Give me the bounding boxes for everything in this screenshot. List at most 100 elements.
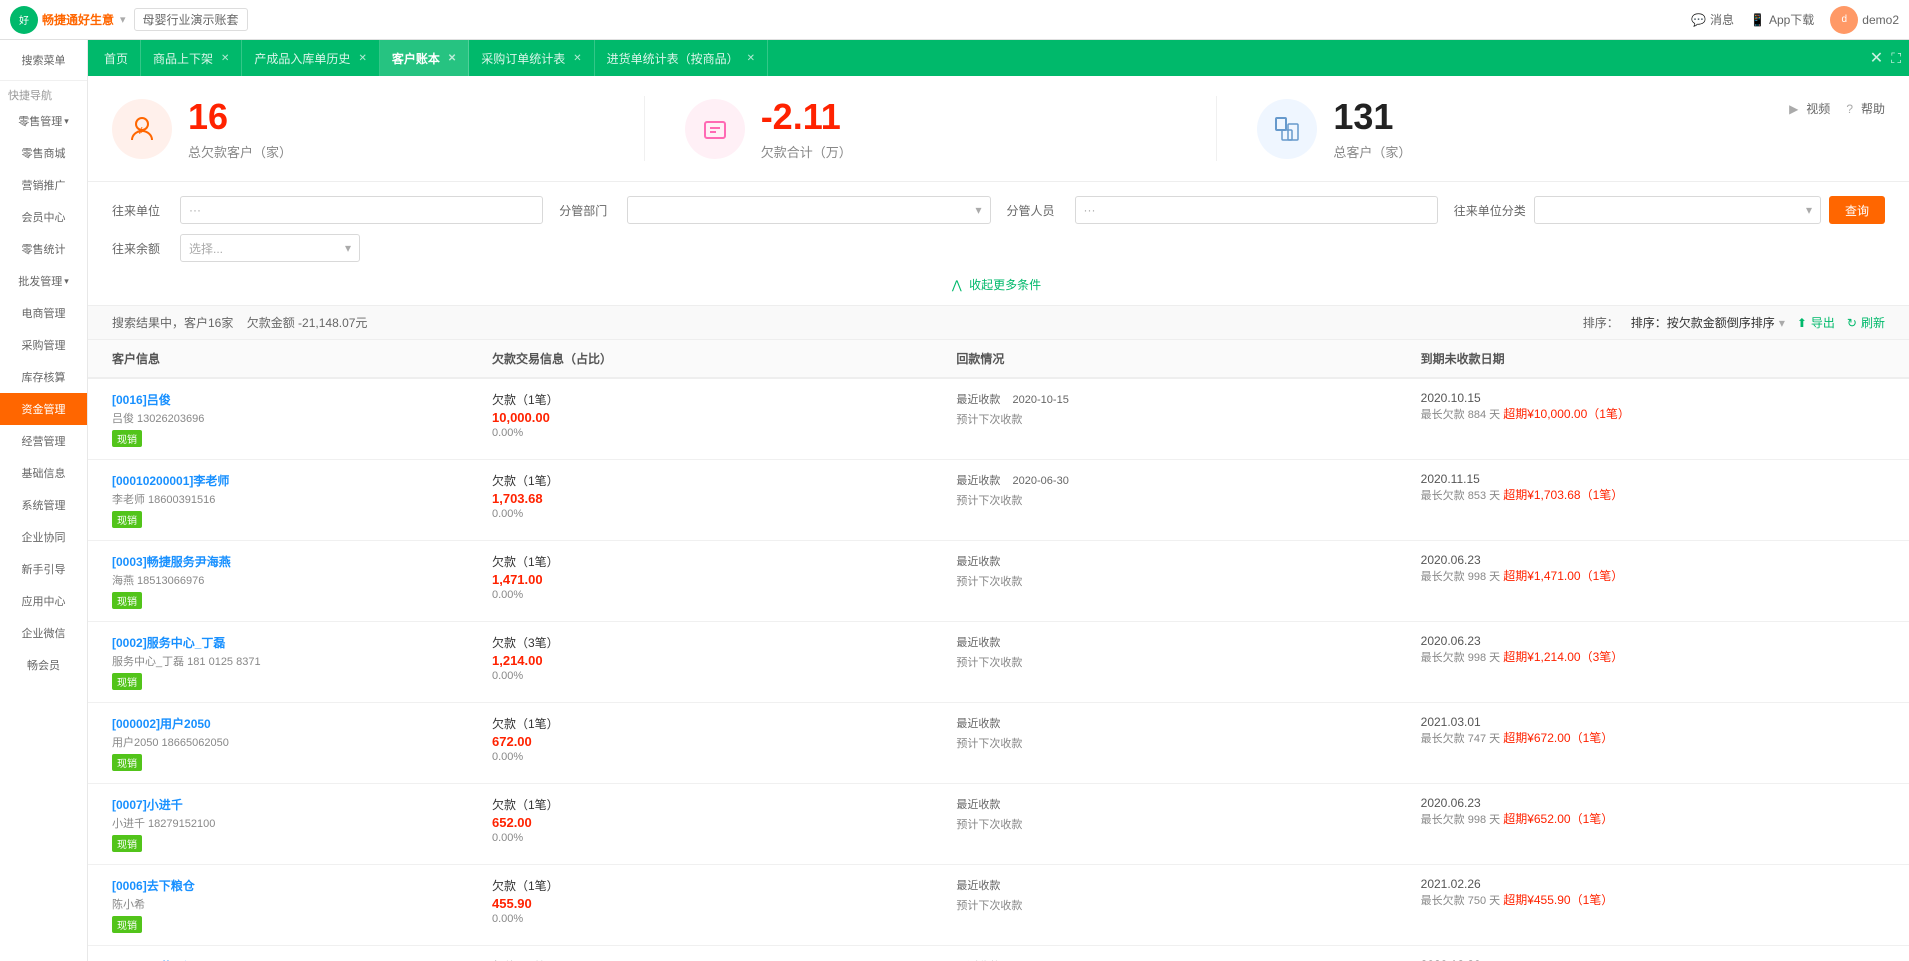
tab-customer-account[interactable]: 客户账本 ✕	[380, 40, 469, 76]
debt-info-1: 欠款（1笔） 1,703.68 0.00%	[492, 472, 956, 528]
filter-row-1: 往来单位 ··· 分管部门 ▾	[112, 196, 1885, 224]
next-collect-1: 预计下次收款	[956, 492, 1420, 508]
collection-info-0: 最近收款 2020-10-15 预计下次收款	[956, 391, 1420, 447]
unit-category-select[interactable]: ▾	[1534, 196, 1821, 224]
balance-placeholder: 选择...	[189, 240, 223, 257]
operations-label: 经营管理	[22, 433, 66, 449]
customer-contact-4: 用户2050 18665062050	[112, 734, 492, 750]
sidebar-item-system[interactable]: 系统管理	[0, 489, 87, 521]
sidebar-item-guide[interactable]: 新手引导	[0, 553, 87, 585]
tab-action-close-icon[interactable]: ✕	[1870, 48, 1883, 68]
sidebar-item-marketing[interactable]: 营销推广	[0, 169, 87, 201]
logo-text: 畅捷通好生意	[42, 11, 114, 28]
tab-goods-close[interactable]: ✕	[221, 53, 229, 64]
help-label[interactable]: 帮助	[1861, 100, 1885, 117]
customer-name-2[interactable]: [0003]畅捷服务尹海燕	[112, 555, 231, 569]
sidebar-item-inventory[interactable]: 库存核算	[0, 361, 87, 393]
last-collect-5: 最近收款	[956, 796, 1420, 812]
overdue-amount-0[interactable]: 超期¥10,000.00（1笔）	[1503, 407, 1630, 421]
sidebar-item-wechat[interactable]: 企业微信	[0, 617, 87, 649]
filter-from-unit: 往来单位 ···	[112, 196, 543, 224]
tab-home[interactable]: 首页	[92, 40, 141, 76]
from-unit-input[interactable]: ···	[180, 196, 543, 224]
tab-action-expand-icon[interactable]: ⛶	[1891, 50, 1901, 67]
customer-badge-0: 现销	[112, 430, 142, 447]
customer-name-1[interactable]: [00010200001]李老师	[112, 474, 229, 488]
sidebar-item-finance[interactable]: 资金管理	[0, 393, 87, 425]
debt-amount-icon	[685, 99, 745, 159]
customer-name-4[interactable]: [000002]用户2050	[112, 717, 211, 731]
marketing-label: 营销推广	[22, 177, 66, 193]
customer-info-0: [0016]吕俊 吕俊 13026203696 现销	[112, 391, 492, 447]
dept-select[interactable]: ▾	[627, 196, 990, 224]
overdue-amount-3[interactable]: 超期¥1,214.00（3笔）	[1503, 650, 1623, 664]
user-info[interactable]: d demo2	[1830, 6, 1899, 34]
dept-arrow: ▾	[975, 203, 981, 217]
due-date-info-0: 2020.10.15 最长欠款 884 天 超期¥10,000.00（1笔）	[1421, 391, 1885, 447]
view-label[interactable]: 视频	[1806, 100, 1830, 117]
due-date-info-2: 2020.06.23 最长欠款 998 天 超期¥1,471.00（1笔）	[1421, 553, 1885, 609]
sidebar-item-batch-mgmt[interactable]: 批发管理 ▾	[0, 265, 87, 297]
customer-info-1: [00010200001]李老师 李老师 18600391516 现销	[112, 472, 492, 528]
sidebar-item-operations[interactable]: 经营管理	[0, 425, 87, 457]
customer-info-2: [0003]畅捷服务尹海燕 海燕 18513066976 现销	[112, 553, 492, 609]
collapse-row[interactable]: ⋀ 收起更多条件	[112, 272, 1885, 297]
filter-person: 分管人员 ···	[1007, 196, 1438, 224]
message-btn[interactable]: 💬 消息	[1691, 11, 1734, 28]
customer-name-3[interactable]: [0002]服务中心_丁磊	[112, 636, 225, 650]
tab-purchase-summary-close[interactable]: ✕	[573, 53, 581, 64]
tab-goods-summary-close[interactable]: ✕	[747, 53, 755, 64]
customer-name-0[interactable]: [0016]吕俊	[112, 393, 171, 407]
debt-count-2: 欠款（1笔）	[492, 553, 956, 570]
tab-goods-summary[interactable]: 进货单统计表（按商品） ✕	[595, 40, 768, 76]
debt-amount-5: 652.00	[492, 815, 956, 830]
filter-balance: 往来余额 选择... ▾	[112, 234, 1885, 262]
search-menu-btn[interactable]: 搜索菜单	[8, 48, 79, 72]
tab-purchase-summary[interactable]: 采购订单统计表 ✕	[469, 40, 594, 76]
due-date-3: 2020.06.23	[1421, 634, 1885, 648]
sidebar-item-app-center[interactable]: 应用中心	[0, 585, 87, 617]
sidebar-item-retail-shop[interactable]: 零售商城	[0, 137, 87, 169]
sidebar-item-member-center[interactable]: 会员中心	[0, 201, 87, 233]
customer-contact-1: 李老师 18600391516	[112, 491, 492, 507]
tab-production[interactable]: 产成品入库单历史 ✕	[242, 40, 379, 76]
overdue-amount-2[interactable]: 超期¥1,471.00（1笔）	[1503, 569, 1623, 583]
message-label: 消息	[1710, 11, 1734, 28]
sidebar-item-retail-stats[interactable]: 零售统计	[0, 233, 87, 265]
search-result-text: 搜索结果中，客户16家	[112, 316, 233, 330]
tab-customer-account-close[interactable]: ✕	[448, 53, 456, 64]
last-collect-2: 最近收款	[956, 553, 1420, 569]
customer-contact-0: 吕俊 13026203696	[112, 410, 492, 426]
search-button[interactable]: 查询	[1829, 196, 1885, 224]
sidebar-item-ecommerce[interactable]: 电商管理	[0, 297, 87, 329]
sidebar-item-purchase[interactable]: 采购管理	[0, 329, 87, 361]
debt-count-0: 欠款（1笔）	[492, 391, 956, 408]
refresh-button[interactable]: ↻ 刷新	[1847, 314, 1885, 331]
app-name[interactable]: 母婴行业演示账套	[134, 8, 248, 31]
sidebar-item-retail-mgmt[interactable]: 零售管理 ▾	[0, 105, 87, 137]
tab-production-close[interactable]: ✕	[358, 53, 366, 64]
export-button[interactable]: ⬆ 导出	[1797, 314, 1835, 331]
overdue-amount-5[interactable]: 超期¥652.00（1笔）	[1503, 812, 1613, 826]
person-input[interactable]: ···	[1075, 196, 1438, 224]
export-icon: ⬆	[1797, 316, 1807, 330]
balance-select[interactable]: 选择... ▾	[180, 234, 360, 262]
sidebar-item-enterprise[interactable]: 企业协同	[0, 521, 87, 553]
customer-name-6[interactable]: [0006]去下粮仓	[112, 879, 195, 893]
top-bar-right: 💬 消息 📱 App下载 d demo2	[1691, 6, 1899, 34]
overdue-amount-6[interactable]: 超期¥455.90（1笔）	[1503, 893, 1613, 907]
sort-button[interactable]: 排序：按欠款金额倒序排序 ▾	[1631, 314, 1785, 331]
system-label: 系统管理	[22, 497, 66, 513]
production-tab-label: 产成品入库单历史	[254, 50, 350, 67]
balance-arrow: ▾	[345, 241, 351, 255]
overdue-amount-1[interactable]: 超期¥1,703.68（1笔）	[1503, 488, 1623, 502]
sidebar-item-member[interactable]: 畅会员	[0, 649, 87, 681]
customer-info-4: [000002]用户2050 用户2050 18665062050 现销	[112, 715, 492, 771]
debt-amount-0: 10,000.00	[492, 410, 956, 425]
app-download-btn[interactable]: 📱 App下载	[1750, 11, 1814, 28]
overdue-amount-4[interactable]: 超期¥672.00（1笔）	[1503, 731, 1613, 745]
tab-goods[interactable]: 商品上下架 ✕	[141, 40, 242, 76]
next-collect-5: 预计下次收款	[956, 816, 1420, 832]
sidebar-item-basic-info[interactable]: 基础信息	[0, 457, 87, 489]
customer-name-5[interactable]: [0007]小进千	[112, 798, 183, 812]
